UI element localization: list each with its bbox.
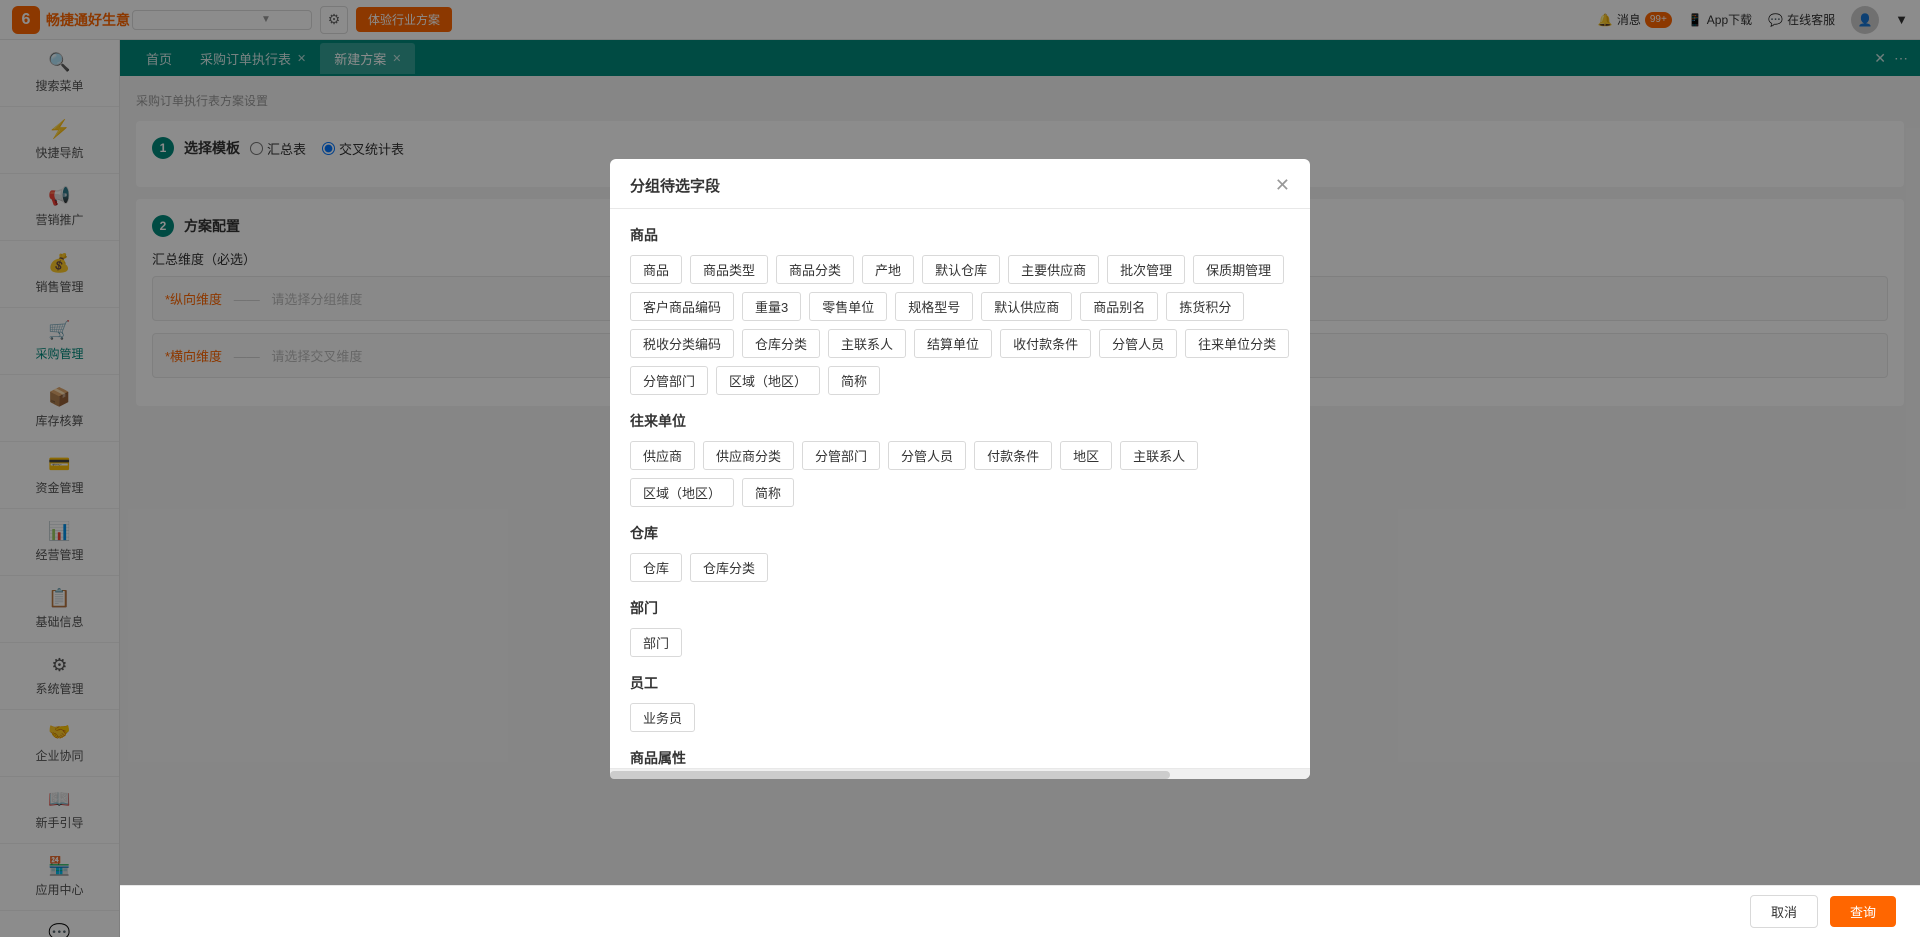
field-tag-0-3[interactable]: 产地 <box>862 255 914 284</box>
field-tag-0-4[interactable]: 默认仓库 <box>922 255 1000 284</box>
field-tag-4-0[interactable]: 业务员 <box>630 703 695 732</box>
field-tag-0-17[interactable]: 主联系人 <box>828 329 906 358</box>
section-title-4: 员工 <box>630 673 1290 693</box>
field-tag-0-10[interactable]: 零售单位 <box>809 292 887 321</box>
cancel-button[interactable]: 取消 <box>1750 895 1818 928</box>
field-tag-0-8[interactable]: 客户商品编码 <box>630 292 734 321</box>
section-title-2: 仓库 <box>630 523 1290 543</box>
field-tag-0-7[interactable]: 保质期管理 <box>1193 255 1284 284</box>
field-tag-0-14[interactable]: 拣货积分 <box>1166 292 1244 321</box>
fields-grid-4: 业务员 <box>630 703 1290 732</box>
modal-body: 商品商品商品类型商品分类产地默认仓库主要供应商批次管理保质期管理客户商品编码重量… <box>610 209 1310 769</box>
modal-overlay: 分组待选字段 ✕ 商品商品商品类型商品分类产地默认仓库主要供应商批次管理保质期管… <box>0 0 1920 937</box>
modal-dialog: 分组待选字段 ✕ 商品商品商品类型商品分类产地默认仓库主要供应商批次管理保质期管… <box>610 159 1310 779</box>
field-tag-0-18[interactable]: 结算单位 <box>914 329 992 358</box>
field-tag-0-11[interactable]: 规格型号 <box>895 292 973 321</box>
confirm-button[interactable]: 查询 <box>1830 896 1896 927</box>
field-tag-0-5[interactable]: 主要供应商 <box>1008 255 1099 284</box>
field-tag-0-15[interactable]: 税收分类编码 <box>630 329 734 358</box>
modal-bottom-scrollbar[interactable] <box>610 768 1310 778</box>
field-tag-1-2[interactable]: 分管部门 <box>802 441 880 470</box>
field-tag-0-16[interactable]: 仓库分类 <box>742 329 820 358</box>
field-tag-0-24[interactable]: 简称 <box>828 366 880 395</box>
field-tag-0-22[interactable]: 分管部门 <box>630 366 708 395</box>
fields-grid-3: 部门 <box>630 628 1290 657</box>
field-tag-1-8[interactable]: 简称 <box>742 478 794 507</box>
field-tag-1-5[interactable]: 地区 <box>1060 441 1112 470</box>
field-tag-0-20[interactable]: 分管人员 <box>1099 329 1177 358</box>
section-title-3: 部门 <box>630 598 1290 618</box>
field-tag-1-6[interactable]: 主联系人 <box>1120 441 1198 470</box>
fields-grid-0: 商品商品类型商品分类产地默认仓库主要供应商批次管理保质期管理客户商品编码重量3 零… <box>630 255 1290 395</box>
modal-header: 分组待选字段 ✕ <box>610 159 1310 209</box>
page-footer: 取消 查询 <box>120 885 1920 937</box>
fields-grid-1: 供应商供应商分类分管部门分管人员付款条件地区主联系人区域（地区） 简称 <box>630 441 1290 507</box>
modal-close-button[interactable]: ✕ <box>1275 175 1290 196</box>
field-tag-2-1[interactable]: 仓库分类 <box>690 553 768 582</box>
section-title-1: 往来单位 <box>630 411 1290 431</box>
field-tag-0-0[interactable]: 商品 <box>630 255 682 284</box>
field-tag-0-19[interactable]: 收付款条件 <box>1000 329 1091 358</box>
field-tag-1-7[interactable]: 区域（地区） <box>630 478 734 507</box>
field-tag-0-2[interactable]: 商品分类 <box>776 255 854 284</box>
field-tag-1-1[interactable]: 供应商分类 <box>703 441 794 470</box>
field-tag-1-4[interactable]: 付款条件 <box>974 441 1052 470</box>
field-tag-3-0[interactable]: 部门 <box>630 628 682 657</box>
field-tag-0-1[interactable]: 商品类型 <box>690 255 768 284</box>
field-tag-0-12[interactable]: 默认供应商 <box>981 292 1072 321</box>
section-title-5: 商品属性 <box>630 748 1290 768</box>
field-tag-0-23[interactable]: 区域（地区） <box>716 366 820 395</box>
field-tag-0-6[interactable]: 批次管理 <box>1107 255 1185 284</box>
field-tag-1-3[interactable]: 分管人员 <box>888 441 966 470</box>
field-tag-0-21[interactable]: 往来单位分类 <box>1185 329 1289 358</box>
section-title-0: 商品 <box>630 225 1290 245</box>
field-tag-0-13[interactable]: 商品别名 <box>1080 292 1158 321</box>
modal-title: 分组待选字段 <box>630 175 720 196</box>
fields-grid-2: 仓库仓库分类 <box>630 553 1290 582</box>
modal-scrollbar-thumb <box>610 771 1170 779</box>
field-tag-0-9[interactable]: 重量3 <box>742 292 801 321</box>
field-tag-1-0[interactable]: 供应商 <box>630 441 695 470</box>
field-tag-2-0[interactable]: 仓库 <box>630 553 682 582</box>
